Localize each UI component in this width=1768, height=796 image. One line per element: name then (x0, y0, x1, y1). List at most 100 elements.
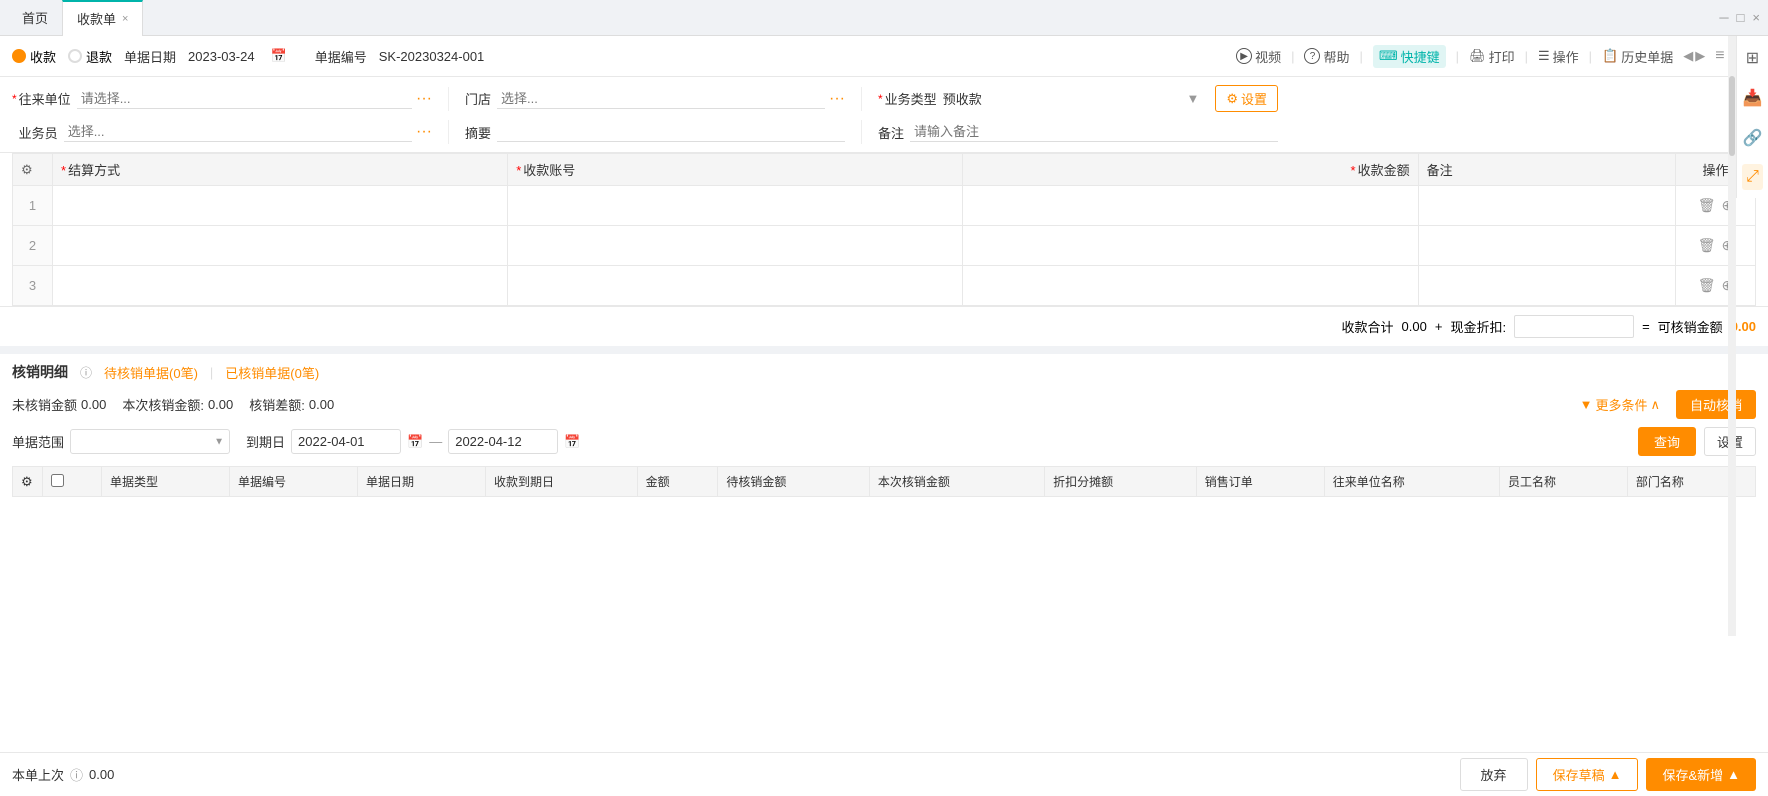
row-2-note[interactable] (1418, 226, 1675, 266)
summary-input[interactable] (497, 122, 845, 142)
row-2-delete-icon[interactable]: 🗑 (1698, 237, 1716, 254)
discount-input[interactable] (1514, 315, 1634, 338)
filter-due-label: 到期日 (246, 432, 285, 451)
staff-input[interactable] (64, 122, 412, 142)
expand-sidebar-icon[interactable]: ⤢ (1742, 164, 1763, 190)
minimize-icon[interactable]: ─ (1719, 10, 1728, 25)
net-label: 可核销金额 (1658, 317, 1723, 336)
query-btn[interactable]: 查询 (1638, 427, 1696, 456)
row-2-settlement[interactable] (53, 226, 508, 266)
business-type-field: * 业务类型 预收款 ▼ ⚙ 设置 (878, 85, 1278, 112)
help-btn[interactable]: ? 帮助 (1304, 47, 1349, 66)
help-icon: ? (1304, 48, 1320, 64)
tab-home[interactable]: 首页 (8, 0, 62, 36)
filter-date-end[interactable] (448, 429, 558, 454)
history-btn[interactable]: 📋 历史单据 (1602, 47, 1673, 66)
row-3-amount[interactable] (963, 266, 1418, 306)
draft-btn[interactable]: 保存草稿 ▲ (1536, 758, 1639, 791)
th-amount: 金额 (637, 467, 718, 497)
filter-date-start[interactable] (291, 429, 401, 454)
tab-close-icon[interactable]: × (122, 13, 128, 25)
biztype-label: 业务类型 (885, 89, 937, 108)
summary-label: 摘要 (465, 123, 491, 142)
radio-receipt[interactable]: 收款 (12, 47, 56, 66)
store-more-icon[interactable]: ··· (829, 91, 845, 107)
diff-label: 核销差额: (249, 395, 305, 414)
ops-btn[interactable]: ☰ 操作 (1538, 47, 1579, 66)
table-sidebar-icon[interactable]: ⊞ (1742, 44, 1763, 72)
hexiao-info-icon[interactable]: ⓘ (80, 364, 92, 381)
note-field: 备注 (878, 122, 1278, 142)
close-icon[interactable]: × (1752, 10, 1760, 25)
hexiao-completed-tab[interactable]: 已核销单据(0笔) (225, 363, 319, 382)
calendar-icon[interactable]: 📅 (271, 48, 287, 64)
partner-more-icon[interactable]: ··· (416, 91, 432, 107)
radio-refund[interactable]: 退款 (68, 47, 112, 66)
select-all-checkbox[interactable] (51, 474, 64, 487)
row-1-note[interactable] (1418, 186, 1675, 226)
prev-icon[interactable]: ◀ (1683, 48, 1693, 64)
row-3-account[interactable] (508, 266, 963, 306)
draft-dropdown-icon[interactable]: ▲ (1609, 767, 1622, 782)
row-3-num: 3 (13, 266, 53, 306)
radio-receipt-label: 收款 (30, 47, 56, 66)
receipt-table: ⚙ 结算方式 收款账号 收款金额 备注 操作 1 (12, 153, 1756, 306)
col-account: 收款账号 (508, 154, 963, 186)
staff-more-icon[interactable]: ··· (416, 124, 432, 140)
link-sidebar-icon[interactable]: 🔗 (1739, 124, 1767, 152)
filter-range-select[interactable] (70, 429, 230, 454)
save-btn[interactable]: 保存&新增 ▲ (1646, 758, 1756, 791)
row-3-delete-icon[interactable]: 🗑 (1698, 277, 1716, 294)
row-1-delete-icon[interactable]: 🗑 (1698, 197, 1716, 214)
th-due: 收款到期日 (486, 467, 638, 497)
history-icon: 📋 (1602, 48, 1618, 64)
scrollbar-thumb[interactable] (1729, 76, 1735, 156)
unchecked-label: 未核销金额 (12, 395, 77, 414)
auto-hexiao-btn[interactable]: 自动核销 (1676, 390, 1756, 419)
print-btn[interactable]: 🖨 打印 (1469, 47, 1515, 66)
video-btn[interactable]: ▶ 视频 (1236, 47, 1281, 66)
unchecked-stat: 未核销金额 0.00 (12, 395, 106, 414)
shortcut-btn[interactable]: ⌨ 快捷键 (1373, 45, 1446, 68)
date-value[interactable]: 2023-03-24 (188, 49, 255, 64)
settings-btn[interactable]: ⚙ 设置 (1215, 85, 1278, 112)
table-row: 2 🗑 ⊕ (13, 226, 1756, 266)
row-1-amount[interactable] (963, 186, 1418, 226)
partner-input[interactable] (77, 89, 412, 109)
maximize-icon[interactable]: □ (1737, 10, 1745, 25)
row-1-account[interactable] (508, 186, 963, 226)
inbox-sidebar-icon[interactable]: 📥 (1739, 84, 1767, 112)
th-date: 单据日期 (358, 467, 486, 497)
divider-2 (861, 87, 862, 111)
store-input[interactable] (497, 89, 825, 109)
row-2-amount[interactable] (963, 226, 1418, 266)
partner-required-star: * (12, 92, 17, 106)
divider-3 (448, 120, 449, 144)
tab-active[interactable]: 收款单 × (62, 0, 143, 36)
note-input[interactable] (910, 122, 1278, 142)
list-view-icon[interactable]: ≡ (1715, 47, 1724, 65)
biztype-dropdown-icon[interactable]: ▼ (1186, 91, 1199, 106)
filter-calendar-start-icon[interactable]: 📅 (407, 434, 423, 450)
table-gear-bottom[interactable]: ⚙ (21, 474, 33, 489)
data-table-area: ⚙ 结算方式 收款账号 收款金额 备注 操作 1 (0, 153, 1768, 306)
next-icon[interactable]: ▶ (1695, 48, 1705, 64)
row-1-settlement[interactable] (53, 186, 508, 226)
scrollbar[interactable] (1728, 36, 1736, 636)
filter-calendar-end-icon[interactable]: 📅 (564, 434, 580, 450)
row-3-settlement[interactable] (53, 266, 508, 306)
abandon-btn[interactable]: 放弃 (1460, 758, 1528, 791)
table-gear-icon[interactable]: ⚙ (21, 162, 33, 177)
nav-arrows: ◀ ▶ (1683, 48, 1705, 64)
row-2-action: 🗑 ⊕ (1676, 226, 1756, 266)
row-2-account[interactable] (508, 226, 963, 266)
row-3-note[interactable] (1418, 266, 1675, 306)
biztype-value: 预收款 (943, 89, 1183, 108)
more-conditions-btn[interactable]: ▼ 更多条件 ∧ (1580, 395, 1660, 414)
tab-home-label: 首页 (22, 8, 48, 27)
bottom-table-container: ⚙ 单据类型 单据编号 单据日期 收款到期日 金额 待核销金额 本次核销金额 折… (12, 462, 1756, 744)
save-dropdown-icon[interactable]: ▲ (1727, 767, 1740, 782)
radio-receipt-dot (12, 49, 26, 63)
hexiao-pending-tab[interactable]: 待核销单据(0笔) (104, 363, 198, 382)
info-icon[interactable]: ⓘ (70, 765, 83, 784)
